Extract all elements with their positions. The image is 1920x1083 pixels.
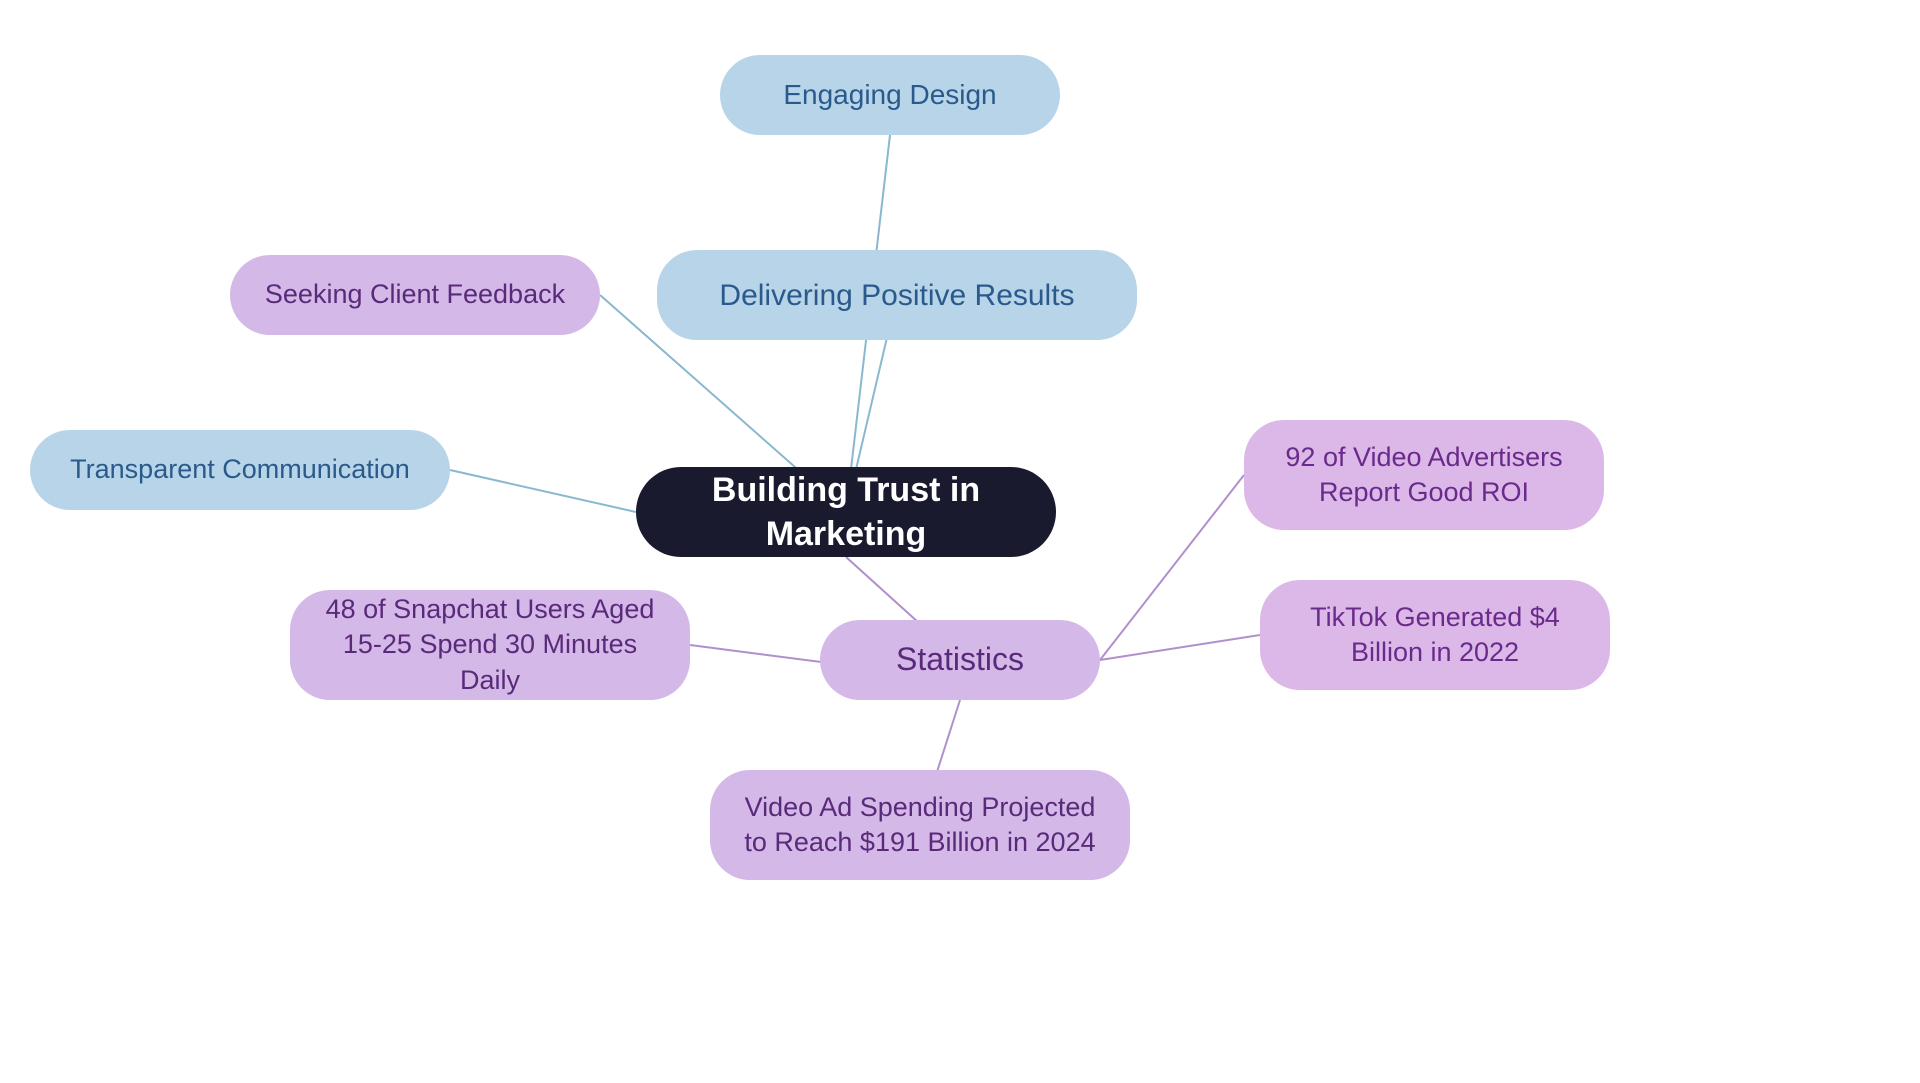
transparent-comm-node: Transparent Communication bbox=[30, 430, 450, 510]
roi-92-node: 92 of Video Advertisers Report Good ROI bbox=[1244, 420, 1604, 530]
tiktok-node: TikTok Generated $4 Billion in 2022 bbox=[1260, 580, 1610, 690]
video-spending-node: Video Ad Spending Projected to Reach $19… bbox=[710, 770, 1130, 880]
seeking-client-node: Seeking Client Feedback bbox=[230, 255, 600, 335]
center-node: Building Trust in Marketing bbox=[636, 467, 1056, 557]
delivering-positive-node: Delivering Positive Results bbox=[657, 250, 1137, 340]
snapchat-node: 48 of Snapchat Users Aged 15-25 Spend 30… bbox=[290, 590, 690, 700]
engaging-design-node: Engaging Design bbox=[720, 55, 1060, 135]
statistics-node: Statistics bbox=[820, 620, 1100, 700]
